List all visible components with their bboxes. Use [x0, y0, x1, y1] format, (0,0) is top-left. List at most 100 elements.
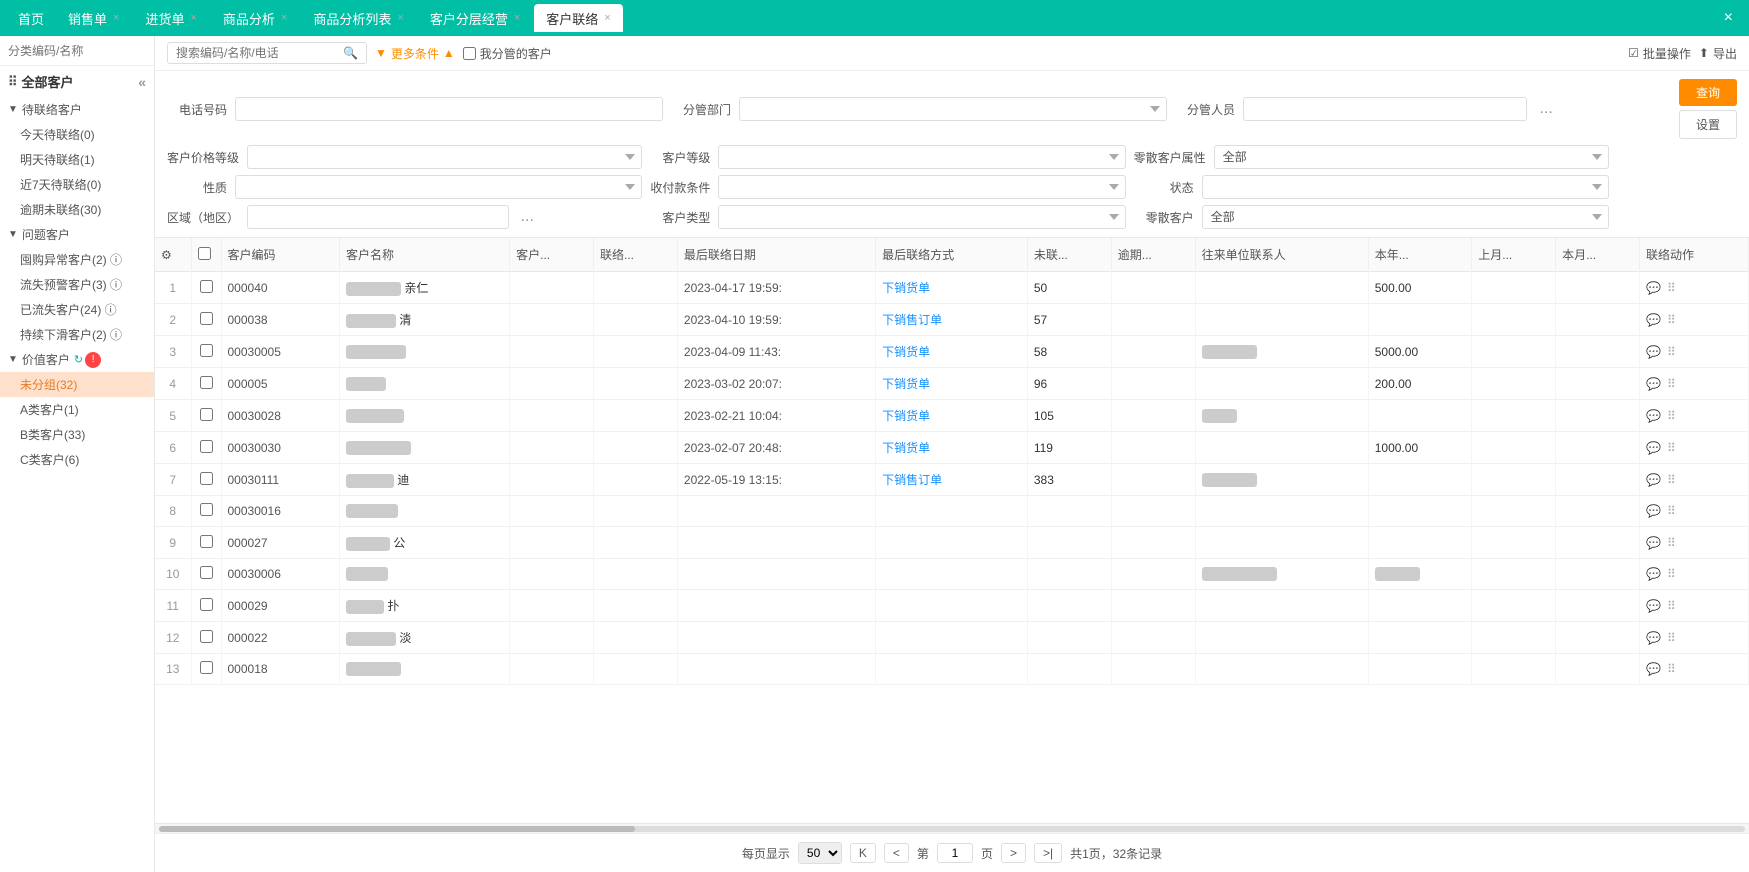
- col-last-month-header[interactable]: 上月...: [1472, 238, 1556, 272]
- cust-level-select[interactable]: [718, 145, 1125, 169]
- cb-cell[interactable]: [191, 304, 221, 336]
- sidebar-item-class-b[interactable]: B类客户(33): [0, 422, 154, 447]
- last-page-btn[interactable]: >|: [1034, 843, 1062, 863]
- cb-cell[interactable]: [191, 559, 221, 590]
- cb-cell[interactable]: [191, 464, 221, 496]
- action-cell[interactable]: 💬 ⠿: [1640, 368, 1749, 400]
- action-icons[interactable]: 💬 ⠿: [1646, 567, 1742, 581]
- action-cell[interactable]: 💬 ⠿: [1640, 654, 1749, 685]
- row-checkbox[interactable]: [200, 408, 213, 421]
- more-conditions-btn[interactable]: ▼ 更多条件 ▲: [375, 45, 455, 62]
- comment-icon[interactable]: 💬: [1646, 441, 1661, 455]
- page-num-input[interactable]: [937, 843, 973, 863]
- grid-action-icon[interactable]: ⠿: [1667, 281, 1676, 295]
- grid-action-icon[interactable]: ⠿: [1667, 313, 1676, 327]
- action-icons[interactable]: 💬 ⠿: [1646, 631, 1742, 645]
- cb-cell[interactable]: [191, 527, 221, 559]
- action-cell[interactable]: 💬 ⠿: [1640, 590, 1749, 622]
- cb-cell[interactable]: [191, 496, 221, 527]
- grid-action-icon[interactable]: ⠿: [1667, 662, 1676, 676]
- comment-icon[interactable]: 💬: [1646, 536, 1661, 550]
- col-this-year-header[interactable]: 本年...: [1368, 238, 1472, 272]
- last-method-cell[interactable]: 下销货单: [876, 432, 1028, 464]
- comment-icon[interactable]: 💬: [1646, 662, 1661, 676]
- sidebar-item-today[interactable]: 今天待联络(0): [0, 122, 154, 147]
- comment-icon[interactable]: 💬: [1646, 281, 1661, 295]
- last-method-cell[interactable]: [876, 527, 1028, 559]
- tab-purchase-order[interactable]: 进货单 ×: [133, 4, 208, 32]
- reset-button[interactable]: 设置: [1679, 110, 1737, 139]
- manager-more-btn[interactable]: ...: [1535, 100, 1556, 118]
- grid-action-icon[interactable]: ⠿: [1667, 441, 1676, 455]
- last-method-link[interactable]: 下销货单: [882, 377, 930, 391]
- all-customers-header[interactable]: ⠿ 全部客户 «: [0, 66, 154, 97]
- action-icons[interactable]: 💬 ⠿: [1646, 409, 1742, 423]
- col-partner-contact-header[interactable]: 往来单位联系人: [1195, 238, 1368, 272]
- tab-product-list[interactable]: 商品分析列表 ×: [301, 4, 415, 32]
- sidebar-item-tomorrow[interactable]: 明天待联络(1): [0, 147, 154, 172]
- close-tab-purchase[interactable]: ×: [190, 12, 196, 24]
- comment-icon[interactable]: 💬: [1646, 377, 1661, 391]
- comment-icon[interactable]: 💬: [1646, 345, 1661, 359]
- region-input[interactable]: [247, 205, 509, 229]
- cb-cell[interactable]: [191, 400, 221, 432]
- status-select[interactable]: [1202, 175, 1609, 199]
- horizontal-scrollbar[interactable]: [155, 823, 1749, 833]
- row-checkbox[interactable]: [200, 376, 213, 389]
- row-checkbox[interactable]: [200, 566, 213, 579]
- cust-type-select[interactable]: [718, 205, 1125, 229]
- last-method-cell[interactable]: 下销售订单: [876, 304, 1028, 336]
- col-last-method-header[interactable]: 最后联络方式: [876, 238, 1028, 272]
- col-gear[interactable]: ⚙: [155, 238, 191, 272]
- sidebar-item-churned[interactable]: 已流失客户(24) ⓘ: [0, 297, 154, 322]
- prev-page-btn[interactable]: <: [884, 843, 909, 863]
- last-method-link[interactable]: 下销售订单: [882, 313, 942, 327]
- sidebar-item-class-c[interactable]: C类客户(6): [0, 447, 154, 472]
- action-icons[interactable]: 💬 ⠿: [1646, 441, 1742, 455]
- search-input[interactable]: [176, 46, 343, 60]
- dept-select[interactable]: [739, 97, 1167, 121]
- action-cell[interactable]: 💬 ⠿: [1640, 432, 1749, 464]
- tab-customer-contact[interactable]: 客户联络 ×: [534, 4, 622, 32]
- sidebar-search-box[interactable]: 🔍: [0, 36, 154, 66]
- action-icons[interactable]: 💬 ⠿: [1646, 662, 1742, 676]
- row-checkbox[interactable]: [200, 598, 213, 611]
- grid-action-icon[interactable]: ⠿: [1667, 567, 1676, 581]
- row-checkbox[interactable]: [200, 472, 213, 485]
- page-size-select[interactable]: 50: [798, 842, 842, 864]
- grid-action-icon[interactable]: ⠿: [1667, 631, 1676, 645]
- grid-action-icon[interactable]: ⠿: [1667, 409, 1676, 423]
- settings-icon[interactable]: ⚙: [161, 248, 172, 262]
- row-checkbox[interactable]: [200, 280, 213, 293]
- last-method-cell[interactable]: [876, 559, 1028, 590]
- sidebar-item-declining[interactable]: 持续下滑客户(2) ⓘ: [0, 322, 154, 347]
- comment-icon[interactable]: 💬: [1646, 599, 1661, 613]
- sidebar-item-7days[interactable]: 近7天待联络(0): [0, 172, 154, 197]
- cb-cell[interactable]: [191, 654, 221, 685]
- search-box[interactable]: 🔍: [167, 42, 367, 64]
- cb-cell[interactable]: [191, 590, 221, 622]
- tab-customer-segment[interactable]: 客户分层经营 ×: [418, 4, 532, 32]
- price-level-select[interactable]: [247, 145, 642, 169]
- col-last-date-header[interactable]: 最后联络日期: [677, 238, 875, 272]
- my-customers-checkbox[interactable]: 我分管的客户: [463, 45, 552, 62]
- grid-action-icon[interactable]: ⠿: [1667, 473, 1676, 487]
- close-tab-product-list[interactable]: ×: [397, 12, 403, 24]
- last-method-cell[interactable]: 下销售订单: [876, 464, 1028, 496]
- grid-action-icon[interactable]: ⠿: [1667, 345, 1676, 359]
- grid-action-icon[interactable]: ⠿: [1667, 599, 1676, 613]
- comment-icon[interactable]: 💬: [1646, 567, 1661, 581]
- row-checkbox[interactable]: [200, 535, 213, 548]
- region-more-btn[interactable]: ...: [517, 208, 538, 226]
- action-icons[interactable]: 💬 ⠿: [1646, 536, 1742, 550]
- close-tab-sales[interactable]: ×: [113, 12, 119, 24]
- last-method-cell[interactable]: 下销货单: [876, 272, 1028, 304]
- comment-icon[interactable]: 💬: [1646, 409, 1661, 423]
- comment-icon[interactable]: 💬: [1646, 313, 1661, 327]
- sidebar-search-input[interactable]: [8, 44, 155, 58]
- action-icons[interactable]: 💬 ⠿: [1646, 599, 1742, 613]
- cb-cell[interactable]: [191, 622, 221, 654]
- export-button[interactable]: ⬆ 导出: [1699, 45, 1737, 62]
- row-checkbox[interactable]: [200, 312, 213, 325]
- last-method-link[interactable]: 下销货单: [882, 345, 930, 359]
